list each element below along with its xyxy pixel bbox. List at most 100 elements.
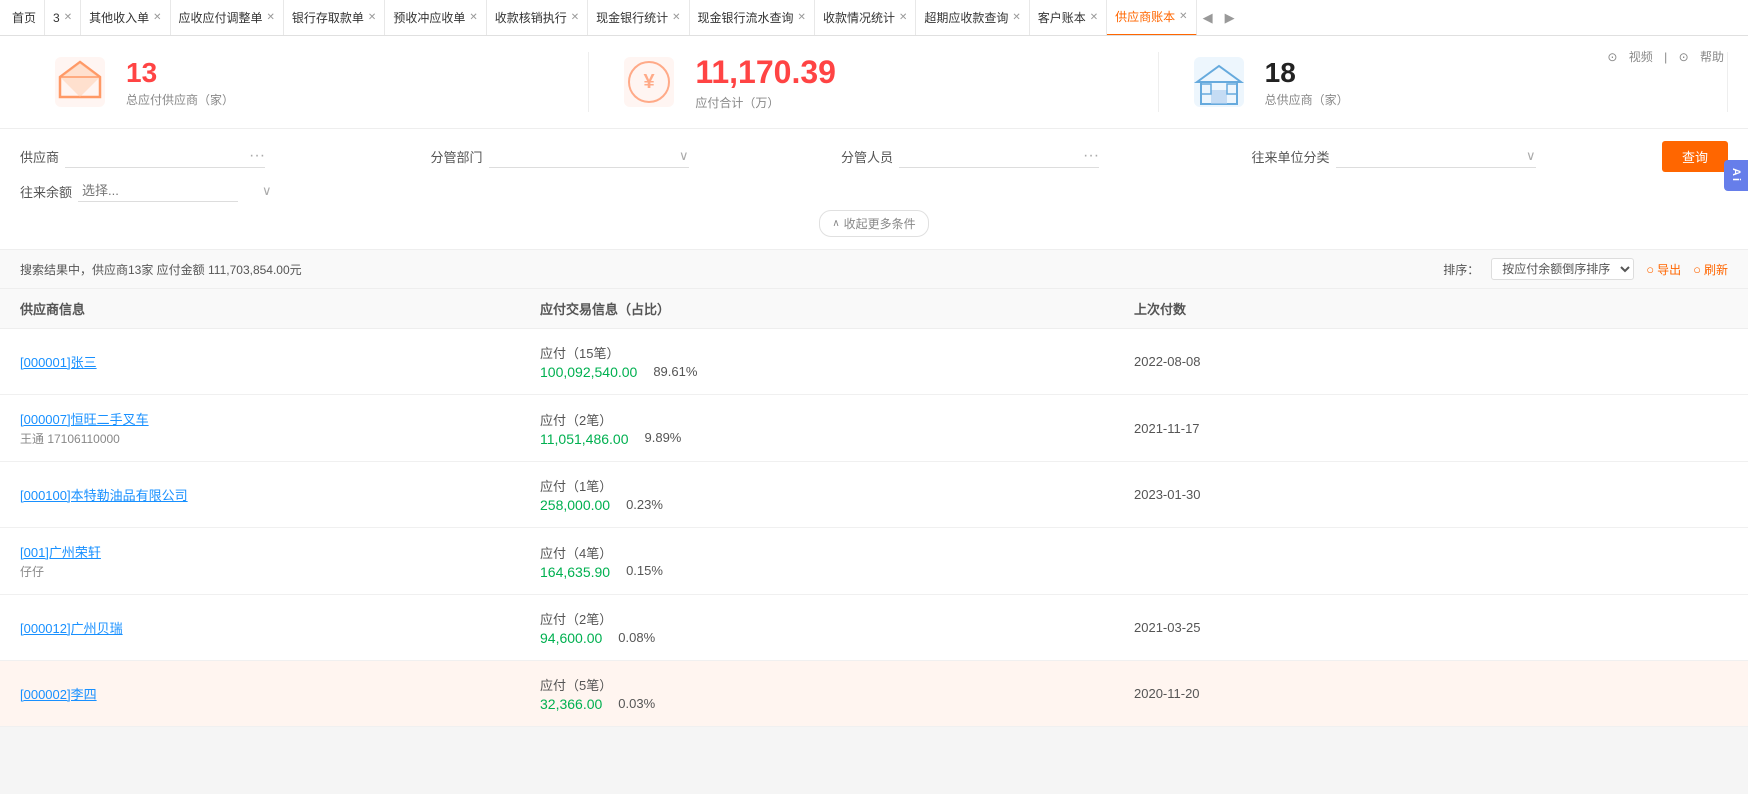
filter-row-2: 往来余额 ∨ [20,180,1728,202]
filter-balance: 往来余额 ∨ [20,180,1728,202]
sort-label: 排序： [1443,261,1479,278]
nav-home[interactable]: 首页 [4,0,45,36]
supplier-sub: 仔仔 [20,563,540,580]
table-row: [000002]李四 应付（5笔） 32,366.00 0.03% 2020-1… [0,661,1748,727]
balance-label: 往来余额 [20,182,72,201]
tx-label: 应付（5笔） [540,675,1134,694]
supplier-dots[interactable]: ··· [249,147,265,165]
nav-advance-receipt[interactable]: 预收冲应收单 ✕ [385,0,486,36]
nav-collection-exec[interactable]: 收款核销执行 ✕ [487,0,588,36]
balance-input[interactable] [78,180,262,201]
tx-percent: 0.23% [626,497,663,512]
result-summary-text: 搜索结果中，供应商13家 应付金额 111,703,854.00元 [20,261,302,278]
divider: | [1664,50,1670,64]
supplier-input-wrapper: ··· [65,146,265,168]
last-pay-cell: 2020-11-20 [1134,686,1728,701]
collapse-label: 收起更多条件 [844,215,916,232]
tx-amount[interactable]: 94,600.00 [540,630,602,646]
tx-percent: 0.08% [618,630,655,645]
collapse-button[interactable]: ∧ 收起更多条件 [819,210,928,237]
supplier-sub: 王通 17106110000 [20,430,540,447]
total-suppliers-number: 18 [1265,56,1349,90]
close-icon[interactable]: ✕ [368,12,376,23]
tx-percent: 9.89% [645,430,682,445]
summary-text-payable: 13 总应付供应商（家） [126,56,234,109]
summary-card-suppliers-payable: 13 总应付供应商（家） [20,52,589,112]
nav-other-income[interactable]: 其他收入单 ✕ [81,0,170,36]
nav-collection-stat[interactable]: 收款情况统计 ✕ [815,0,916,36]
close-icon[interactable]: ✕ [267,12,275,23]
supplier-link[interactable]: [000001]张三 [20,355,97,370]
header-supplier-info: 供应商信息 [20,299,540,318]
close-icon[interactable]: ✕ [64,12,72,23]
supplier-input[interactable] [65,146,249,167]
last-pay-date: 2021-03-25 [1134,620,1201,635]
nav-cash-bank-stat[interactable]: 现金银行统计 ✕ [588,0,689,36]
balance-dropdown-icon[interactable]: ∨ [262,183,272,199]
sort-select[interactable]: 按应付余额倒序排序 [1491,258,1634,280]
refresh-button[interactable]: ○ 刷新 [1693,261,1728,278]
close-icon[interactable]: ✕ [153,12,161,23]
tx-label: 应付（2笔） [540,609,1134,628]
supplier-info-cell: [000001]张三 [20,352,540,371]
tx-amount[interactable]: 32,366.00 [540,696,602,712]
close-icon[interactable]: ✕ [571,12,579,23]
tx-info-cell: 应付（1笔） 258,000.00 0.23% [540,476,1134,513]
close-icon[interactable]: ✕ [1090,12,1098,23]
supplier-info-cell: [000012]广州贝瑞 [20,618,540,637]
tx-info-cell: 应付（4笔） 164,635.90 0.15% [540,543,1134,580]
close-icon[interactable]: ✕ [672,12,680,23]
total-payable-number: 11,170.39 [695,53,836,91]
close-icon[interactable]: ✕ [899,12,907,23]
nav-tab-3[interactable]: 3 ✕ [45,0,81,36]
table-row: [000007]恒旺二手叉车 王通 17106110000 应付（2笔） 11,… [0,395,1748,462]
query-button[interactable]: 查询 [1662,141,1728,172]
nav-prev[interactable]: ◀ [1197,10,1219,26]
video-icon: ⊙ [1607,50,1617,64]
close-icon[interactable]: ✕ [798,12,806,23]
tx-label: 应付（4笔） [540,543,1134,562]
nav-next[interactable]: ▶ [1219,10,1241,26]
help-link[interactable]: 帮助 [1700,50,1724,64]
supplier-link[interactable]: [000100]本特勒油品有限公司 [20,488,188,503]
supplier-link[interactable]: [000007]恒旺二手叉车 [20,412,149,427]
tx-info-cell: 应付（2笔） 11,051,486.00 9.89% [540,410,1134,447]
close-icon[interactable]: ✕ [1012,12,1020,23]
table-row: [000001]张三 应付（15笔） 100,092,540.00 89.61%… [0,329,1748,395]
tx-amount[interactable]: 164,635.90 [540,564,610,580]
nav-supplier-ledger[interactable]: 供应商账本 ✕ [1107,0,1196,36]
payable-suppliers-number: 13 [126,56,234,90]
nav-overdue-query[interactable]: 超期应收款查询 ✕ [916,0,1029,36]
nav-ar-adjustment[interactable]: 应收应付调整单 ✕ [171,0,284,36]
person-input[interactable] [899,146,1083,167]
tx-amount[interactable]: 258,000.00 [540,497,610,513]
close-icon[interactable]: ✕ [469,12,477,23]
nav-cash-flow-query[interactable]: 现金银行流水查询 ✕ [690,0,815,36]
supplier-link[interactable]: [000012]广州贝瑞 [20,621,123,636]
export-button[interactable]: ○ 导出 [1646,261,1681,278]
video-link[interactable]: 视频 [1629,50,1653,64]
dept-input[interactable] [489,146,679,167]
supplier-link[interactable]: [000002]李四 [20,687,97,702]
close-icon[interactable]: ✕ [1179,11,1187,22]
tx-amount[interactable]: 100,092,540.00 [540,364,637,380]
ai-panel[interactable]: Ai [1724,160,1748,191]
last-pay-date: 2021-11-17 [1134,421,1200,436]
table-row: [001]广州荣轩 仔仔 应付（4笔） 164,635.90 0.15% [0,528,1748,595]
header-tx-info: 应付交易信息（占比） [540,299,1134,318]
supplier-link[interactable]: [001]广州荣轩 [20,545,101,560]
help-icon: ⊙ [1679,50,1689,64]
table-container: 供应商信息 应付交易信息（占比） 上次付数 [000001]张三 应付（15笔）… [0,289,1748,727]
category-dropdown-icon[interactable]: ∨ [1526,148,1536,164]
supplier-info-cell: [000100]本特勒油品有限公司 [20,485,540,504]
tx-amount[interactable]: 11,051,486.00 [540,431,629,447]
tx-info-cell: 应付（5笔） 32,366.00 0.03% [540,675,1134,712]
person-dots[interactable]: ··· [1083,147,1099,165]
nav-customer-ledger[interactable]: 客户账本 ✕ [1030,0,1107,36]
nav-bank-deposit[interactable]: 银行存取款单 ✕ [284,0,385,36]
category-input[interactable] [1336,146,1526,167]
svg-text:¥: ¥ [644,71,656,93]
dept-dropdown-icon[interactable]: ∨ [679,148,689,164]
export-icon: ○ [1646,262,1654,277]
refresh-icon: ○ [1693,262,1701,277]
